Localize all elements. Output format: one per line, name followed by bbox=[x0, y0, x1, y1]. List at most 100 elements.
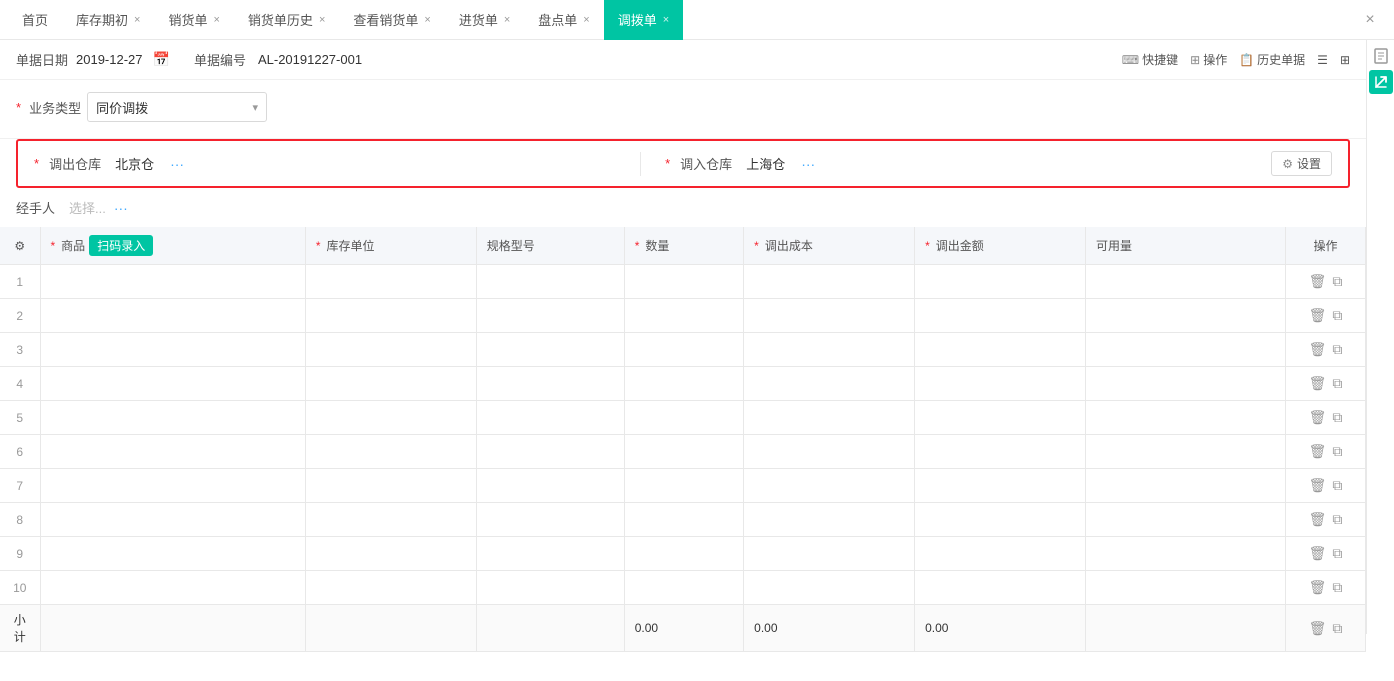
row-product[interactable] bbox=[40, 503, 305, 537]
row-spec[interactable] bbox=[476, 435, 624, 469]
delete-icon[interactable]: 🗑 bbox=[1309, 409, 1327, 426]
sidebar-doc-icon[interactable] bbox=[1369, 44, 1393, 68]
grid-view-btn[interactable]: ⊞ bbox=[1340, 53, 1350, 67]
shortcut-btn[interactable]: ⌨ 快捷键 bbox=[1122, 51, 1178, 68]
row-cost[interactable] bbox=[744, 367, 915, 401]
tab-close-view-sales[interactable]: × bbox=[424, 14, 430, 26]
row-spec[interactable] bbox=[476, 469, 624, 503]
scan-button[interactable]: 扫码录入 bbox=[89, 235, 153, 256]
row-cost[interactable] bbox=[744, 537, 915, 571]
delete-icon[interactable]: 🗑 bbox=[1309, 341, 1327, 358]
tab-close-sales-order[interactable]: × bbox=[213, 14, 219, 26]
row-qty[interactable] bbox=[624, 333, 743, 367]
row-amount[interactable] bbox=[915, 435, 1086, 469]
row-product[interactable] bbox=[40, 435, 305, 469]
tab-close-inventory-init[interactable]: × bbox=[134, 14, 140, 26]
row-qty[interactable] bbox=[624, 469, 743, 503]
row-qty[interactable] bbox=[624, 367, 743, 401]
tab-inventory-init[interactable]: 库存期初 × bbox=[62, 0, 154, 40]
row-amount[interactable] bbox=[915, 265, 1086, 299]
row-spec[interactable] bbox=[476, 503, 624, 537]
row-cost[interactable] bbox=[744, 469, 915, 503]
row-qty[interactable] bbox=[624, 571, 743, 605]
row-unit[interactable] bbox=[305, 299, 476, 333]
tab-close-sales-history[interactable]: × bbox=[319, 14, 325, 26]
out-wh-more[interactable]: ··· bbox=[170, 156, 184, 172]
th-gear[interactable]: ⚙ bbox=[0, 227, 40, 265]
row-product[interactable] bbox=[40, 537, 305, 571]
row-cost[interactable] bbox=[744, 265, 915, 299]
row-product[interactable] bbox=[40, 333, 305, 367]
row-amount[interactable] bbox=[915, 537, 1086, 571]
delete-icon[interactable]: 🗑 bbox=[1309, 443, 1327, 460]
list-view-btn[interactable]: ☰ bbox=[1317, 53, 1328, 67]
row-product[interactable] bbox=[40, 571, 305, 605]
row-cost[interactable] bbox=[744, 571, 915, 605]
calendar-icon[interactable]: 📅 bbox=[153, 51, 170, 68]
row-product[interactable] bbox=[40, 299, 305, 333]
delete-icon[interactable]: 🗑 bbox=[1309, 307, 1327, 324]
row-product[interactable] bbox=[40, 367, 305, 401]
delete-icon[interactable]: 🗑 bbox=[1309, 477, 1327, 494]
row-qty[interactable] bbox=[624, 299, 743, 333]
row-amount[interactable] bbox=[915, 503, 1086, 537]
row-amount[interactable] bbox=[915, 333, 1086, 367]
history-btn[interactable]: 📋 历史单据 bbox=[1239, 51, 1305, 68]
row-spec[interactable] bbox=[476, 265, 624, 299]
tab-purchase-order[interactable]: 进货单 × bbox=[445, 0, 524, 40]
row-unit[interactable] bbox=[305, 537, 476, 571]
row-unit[interactable] bbox=[305, 367, 476, 401]
delete-icon[interactable]: 🗑 bbox=[1309, 511, 1327, 528]
row-cost[interactable] bbox=[744, 333, 915, 367]
copy-icon[interactable]: ⧉ bbox=[1332, 307, 1342, 324]
row-qty[interactable] bbox=[624, 435, 743, 469]
sidebar-export-icon[interactable] bbox=[1369, 70, 1393, 94]
table-scroll[interactable]: ⚙ * 商品 扫码录入 * 库存单位 bbox=[0, 227, 1366, 681]
row-spec[interactable] bbox=[476, 299, 624, 333]
copy-icon[interactable]: ⧉ bbox=[1332, 273, 1342, 290]
tab-sales-order[interactable]: 销货单 × bbox=[154, 0, 233, 40]
row-amount[interactable] bbox=[915, 367, 1086, 401]
copy-icon[interactable]: ⧉ bbox=[1332, 409, 1342, 426]
person-select[interactable]: 选择... bbox=[69, 198, 106, 217]
copy-icon[interactable]: ⧉ bbox=[1332, 341, 1342, 358]
row-unit[interactable] bbox=[305, 435, 476, 469]
copy-icon[interactable]: ⧉ bbox=[1332, 511, 1342, 528]
delete-icon[interactable]: 🗑 bbox=[1309, 545, 1327, 562]
row-unit[interactable] bbox=[305, 469, 476, 503]
delete-icon[interactable]: 🗑 bbox=[1309, 579, 1327, 596]
delete-icon[interactable]: 🗑 bbox=[1309, 375, 1327, 392]
tab-transfer-order[interactable]: 调拨单 × bbox=[604, 0, 683, 40]
row-unit[interactable] bbox=[305, 265, 476, 299]
row-product[interactable] bbox=[40, 401, 305, 435]
copy-icon[interactable]: ⧉ bbox=[1332, 477, 1342, 494]
row-spec[interactable] bbox=[476, 401, 624, 435]
tab-view-sales[interactable]: 查看销货单 × bbox=[339, 0, 444, 40]
row-amount[interactable] bbox=[915, 469, 1086, 503]
row-unit[interactable] bbox=[305, 401, 476, 435]
row-unit[interactable] bbox=[305, 333, 476, 367]
tab-home[interactable]: 首页 bbox=[8, 0, 62, 40]
row-amount[interactable] bbox=[915, 571, 1086, 605]
row-cost[interactable] bbox=[744, 503, 915, 537]
settings-button[interactable]: ⚙ 设置 bbox=[1271, 151, 1332, 176]
row-qty[interactable] bbox=[624, 537, 743, 571]
close-all-tabs[interactable]: × bbox=[1354, 4, 1386, 36]
copy-icon[interactable]: ⧉ bbox=[1332, 579, 1342, 596]
row-spec[interactable] bbox=[476, 367, 624, 401]
copy-icon[interactable]: ⧉ bbox=[1332, 375, 1342, 392]
row-cost[interactable] bbox=[744, 435, 915, 469]
row-qty[interactable] bbox=[624, 401, 743, 435]
operation-btn[interactable]: ⊞ 操作 bbox=[1190, 51, 1227, 68]
row-spec[interactable] bbox=[476, 333, 624, 367]
in-wh-more[interactable]: ··· bbox=[801, 156, 815, 172]
copy-icon[interactable]: ⧉ bbox=[1332, 443, 1342, 460]
copy-icon[interactable]: ⧉ bbox=[1332, 545, 1342, 562]
row-product[interactable] bbox=[40, 469, 305, 503]
tab-close-transfer-order[interactable]: × bbox=[663, 14, 669, 26]
tab-close-purchase-order[interactable]: × bbox=[504, 14, 510, 26]
person-more[interactable]: ··· bbox=[114, 200, 128, 216]
row-spec[interactable] bbox=[476, 537, 624, 571]
row-amount[interactable] bbox=[915, 299, 1086, 333]
row-unit[interactable] bbox=[305, 503, 476, 537]
